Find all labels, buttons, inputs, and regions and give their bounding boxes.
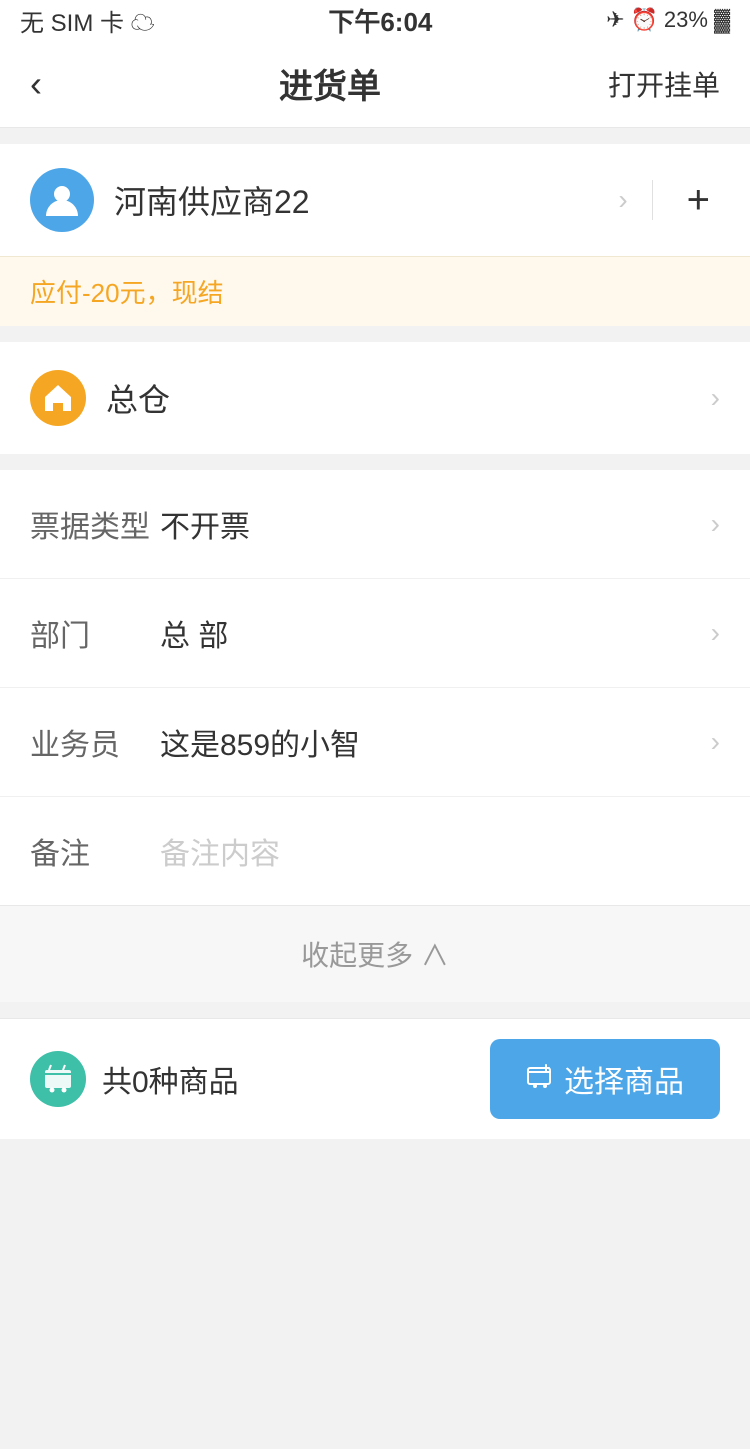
product-icon <box>30 1051 86 1107</box>
remark-label: 备注 <box>30 829 160 873</box>
supplier-avatar <box>30 168 94 232</box>
form-card: 票据类型 不开票 › 部门 总 部 › 业务员 这是859的小智 › 备注 备注… <box>0 470 750 905</box>
divider-2 <box>0 454 750 470</box>
invoice-type-row[interactable]: 票据类型 不开票 › <box>0 470 750 579</box>
divider-3 <box>0 1002 750 1018</box>
invoice-type-value: 不开票 <box>160 502 711 546</box>
product-bar: 共0种商品 选择商品 <box>0 1018 750 1139</box>
remark-row[interactable]: 备注 备注内容 <box>0 797 750 905</box>
add-supplier-button[interactable]: + <box>677 178 720 223</box>
collapse-label: 收起更多 ∧ <box>301 934 449 974</box>
status-bar: 无 SIM 卡 ☁ 下午6:04 ✈ ⏰ 23% ▓ <box>0 0 750 40</box>
cart-icon <box>41 1062 75 1096</box>
department-row[interactable]: 部门 总 部 › <box>0 579 750 688</box>
invoice-type-label: 票据类型 <box>30 502 160 546</box>
salesperson-label: 业务员 <box>30 720 160 764</box>
open-pending-button[interactable]: 打开挂单 <box>608 64 720 104</box>
warehouse-chevron-icon: › <box>711 382 720 414</box>
department-label: 部门 <box>30 611 160 655</box>
select-cart-icon <box>526 1062 554 1097</box>
salesperson-row[interactable]: 业务员 这是859的小智 › <box>0 688 750 797</box>
warehouse-card: 总仓 › <box>0 342 750 454</box>
divider-1 <box>0 326 750 342</box>
salesperson-chevron-icon: › <box>711 726 720 758</box>
notice-bar: 应付-20元，现结 <box>0 256 750 326</box>
nav-bar: ‹ 进货单 打开挂单 <box>0 40 750 128</box>
invoice-chevron-icon: › <box>711 508 720 540</box>
person-icon <box>42 180 82 220</box>
warehouse-name: 总仓 <box>106 375 711 421</box>
top-divider <box>0 128 750 144</box>
bottom-fill <box>0 1139 750 1449</box>
select-product-button[interactable]: 选择商品 <box>490 1039 720 1119</box>
department-chevron-icon: › <box>711 617 720 649</box>
home-icon <box>41 381 75 415</box>
collapse-row[interactable]: 收起更多 ∧ <box>0 905 750 1002</box>
product-count: 共0种商品 <box>102 1057 490 1101</box>
warehouse-row[interactable]: 总仓 › <box>0 342 750 454</box>
signal-text: 无 SIM 卡 ☁ <box>20 3 155 38</box>
select-product-label: 选择商品 <box>564 1057 684 1101</box>
alarm-icon: ⏰ <box>631 7 658 33</box>
department-value: 总 部 <box>160 611 711 655</box>
supplier-divider <box>652 180 653 220</box>
status-left: 无 SIM 卡 ☁ <box>20 3 155 38</box>
status-time: 下午6:04 <box>328 2 432 39</box>
warehouse-icon <box>30 370 86 426</box>
back-button[interactable]: ‹ <box>30 53 52 115</box>
remark-input[interactable]: 备注内容 <box>160 829 720 873</box>
location-icon: ✈ <box>606 7 624 33</box>
status-right: ✈ ⏰ 23% ▓ <box>606 7 730 33</box>
supplier-name: 河南供应商22 <box>114 177 618 223</box>
supplier-row[interactable]: 河南供应商22 › + <box>0 144 750 256</box>
battery-text: 23% <box>664 7 708 33</box>
battery-icon: ▓ <box>714 7 730 33</box>
supplier-chevron-icon: › <box>618 184 627 216</box>
supplier-card: 河南供应商22 › + 应付-20元，现结 <box>0 144 750 326</box>
salesperson-value: 这是859的小智 <box>160 720 711 764</box>
page-title: 进货单 <box>279 59 381 108</box>
